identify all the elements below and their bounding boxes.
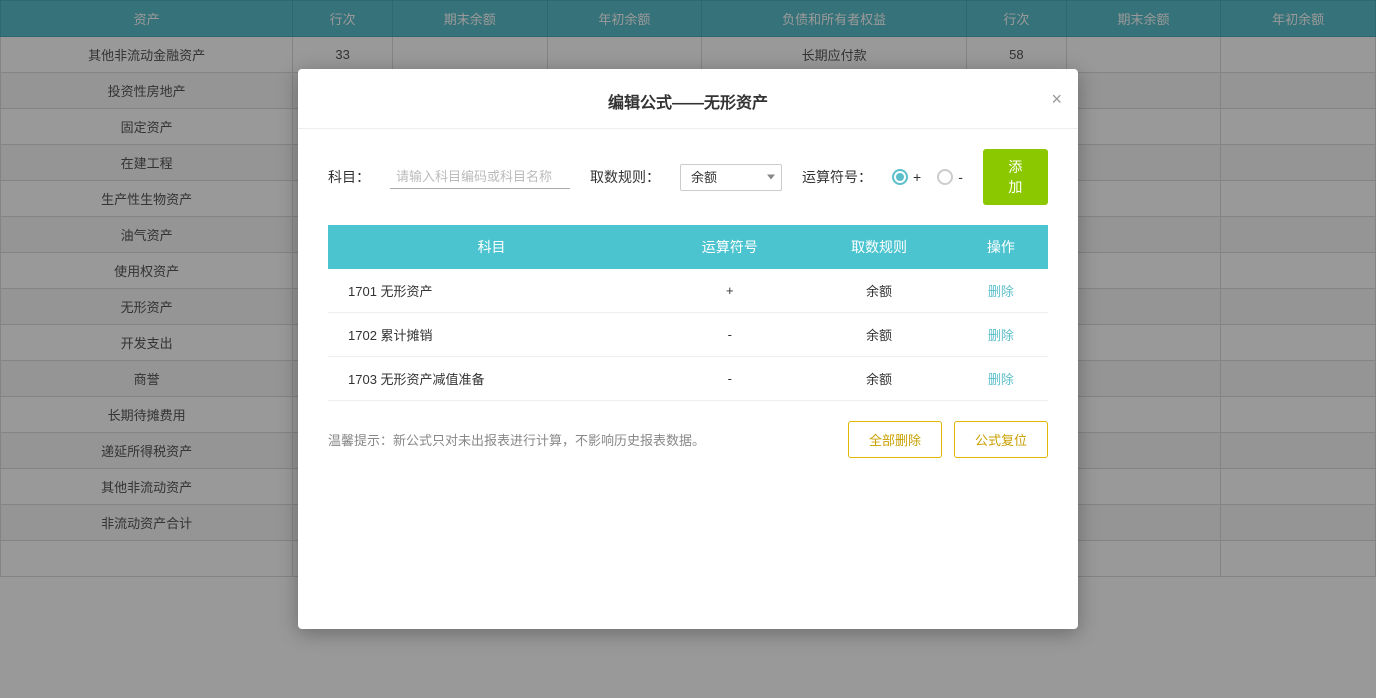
- formula-subject-cell: 1702 累计摊销: [328, 313, 655, 357]
- subject-input[interactable]: [390, 165, 570, 189]
- reset-formula-button[interactable]: 公式复位: [954, 421, 1048, 458]
- radio-minus-indicator: [937, 169, 953, 185]
- operator-radio-group: + -: [892, 169, 963, 185]
- modal-header: 编辑公式——无形资产 ×: [298, 69, 1078, 129]
- formula-table-header: 运算符号: [655, 225, 804, 269]
- formula-subject-cell: 1701 无形资产: [328, 269, 655, 313]
- tip-text: 温馨提示：新公式只对未出报表进行计算，不影响历史报表数据。: [328, 430, 705, 449]
- delete-all-button[interactable]: 全部删除: [848, 421, 942, 458]
- formula-table: 科目运算符号取数规则操作 1701 无形资产+余额删除1702 累计摊销-余额删…: [328, 225, 1048, 401]
- formula-subject-cell: 1703 无形资产减值准备: [328, 357, 655, 401]
- formula-table-header: 操作: [954, 225, 1048, 269]
- formula-rule-cell: 余额: [804, 357, 953, 401]
- rule-label: 取数规则：: [590, 167, 660, 187]
- formula-operator-cell: +: [655, 269, 804, 313]
- delete-row-button[interactable]: 删除: [988, 372, 1014, 387]
- modal-dialog: 编辑公式——无形资产 × 科目： 取数规则： 余额借方发生额贷方发生额 运算符号…: [298, 69, 1078, 629]
- formula-table-header: 科目: [328, 225, 655, 269]
- add-button[interactable]: 添加: [983, 149, 1048, 205]
- formula-table-row: 1703 无形资产减值准备-余额 删除: [328, 357, 1048, 401]
- formula-action-cell: 删除: [954, 269, 1048, 313]
- formula-rule-cell: 余额: [804, 269, 953, 313]
- formula-table-header: 取数规则: [804, 225, 953, 269]
- operator-plus-label: +: [913, 169, 921, 185]
- radio-plus-indicator: [892, 169, 908, 185]
- operator-plus-option[interactable]: +: [892, 169, 921, 185]
- operator-minus-option[interactable]: -: [937, 169, 963, 185]
- formula-form: 科目： 取数规则： 余额借方发生额贷方发生额 运算符号： + - 添加: [298, 129, 1078, 225]
- formula-table-wrap: 科目运算符号取数规则操作 1701 无形资产+余额删除1702 累计摊销-余额删…: [298, 225, 1078, 401]
- footer-buttons: 全部删除 公式复位: [848, 421, 1048, 458]
- formula-table-row: 1701 无形资产+余额 删除: [328, 269, 1048, 313]
- modal-overlay: 编辑公式——无形资产 × 科目： 取数规则： 余额借方发生额贷方发生额 运算符号…: [0, 0, 1376, 698]
- modal-close-button[interactable]: ×: [1051, 90, 1062, 108]
- formula-operator-cell: -: [655, 313, 804, 357]
- formula-table-row: 1702 累计摊销-余额 删除: [328, 313, 1048, 357]
- operator-label: 运算符号：: [802, 167, 872, 187]
- modal-footer: 温馨提示：新公式只对未出报表进行计算，不影响历史报表数据。 全部删除 公式复位: [298, 401, 1078, 468]
- delete-row-button[interactable]: 删除: [988, 328, 1014, 343]
- formula-operator-cell: -: [655, 357, 804, 401]
- formula-rule-cell: 余额: [804, 313, 953, 357]
- modal-title: 编辑公式——无形资产: [608, 95, 768, 112]
- operator-minus-label: -: [958, 169, 963, 185]
- formula-action-cell: 删除: [954, 313, 1048, 357]
- delete-row-button[interactable]: 删除: [988, 284, 1014, 299]
- rule-select[interactable]: 余额借方发生额贷方发生额: [680, 164, 782, 191]
- subject-label: 科目：: [328, 167, 370, 187]
- formula-action-cell: 删除: [954, 357, 1048, 401]
- rule-select-wrap: 余额借方发生额贷方发生额: [680, 164, 782, 191]
